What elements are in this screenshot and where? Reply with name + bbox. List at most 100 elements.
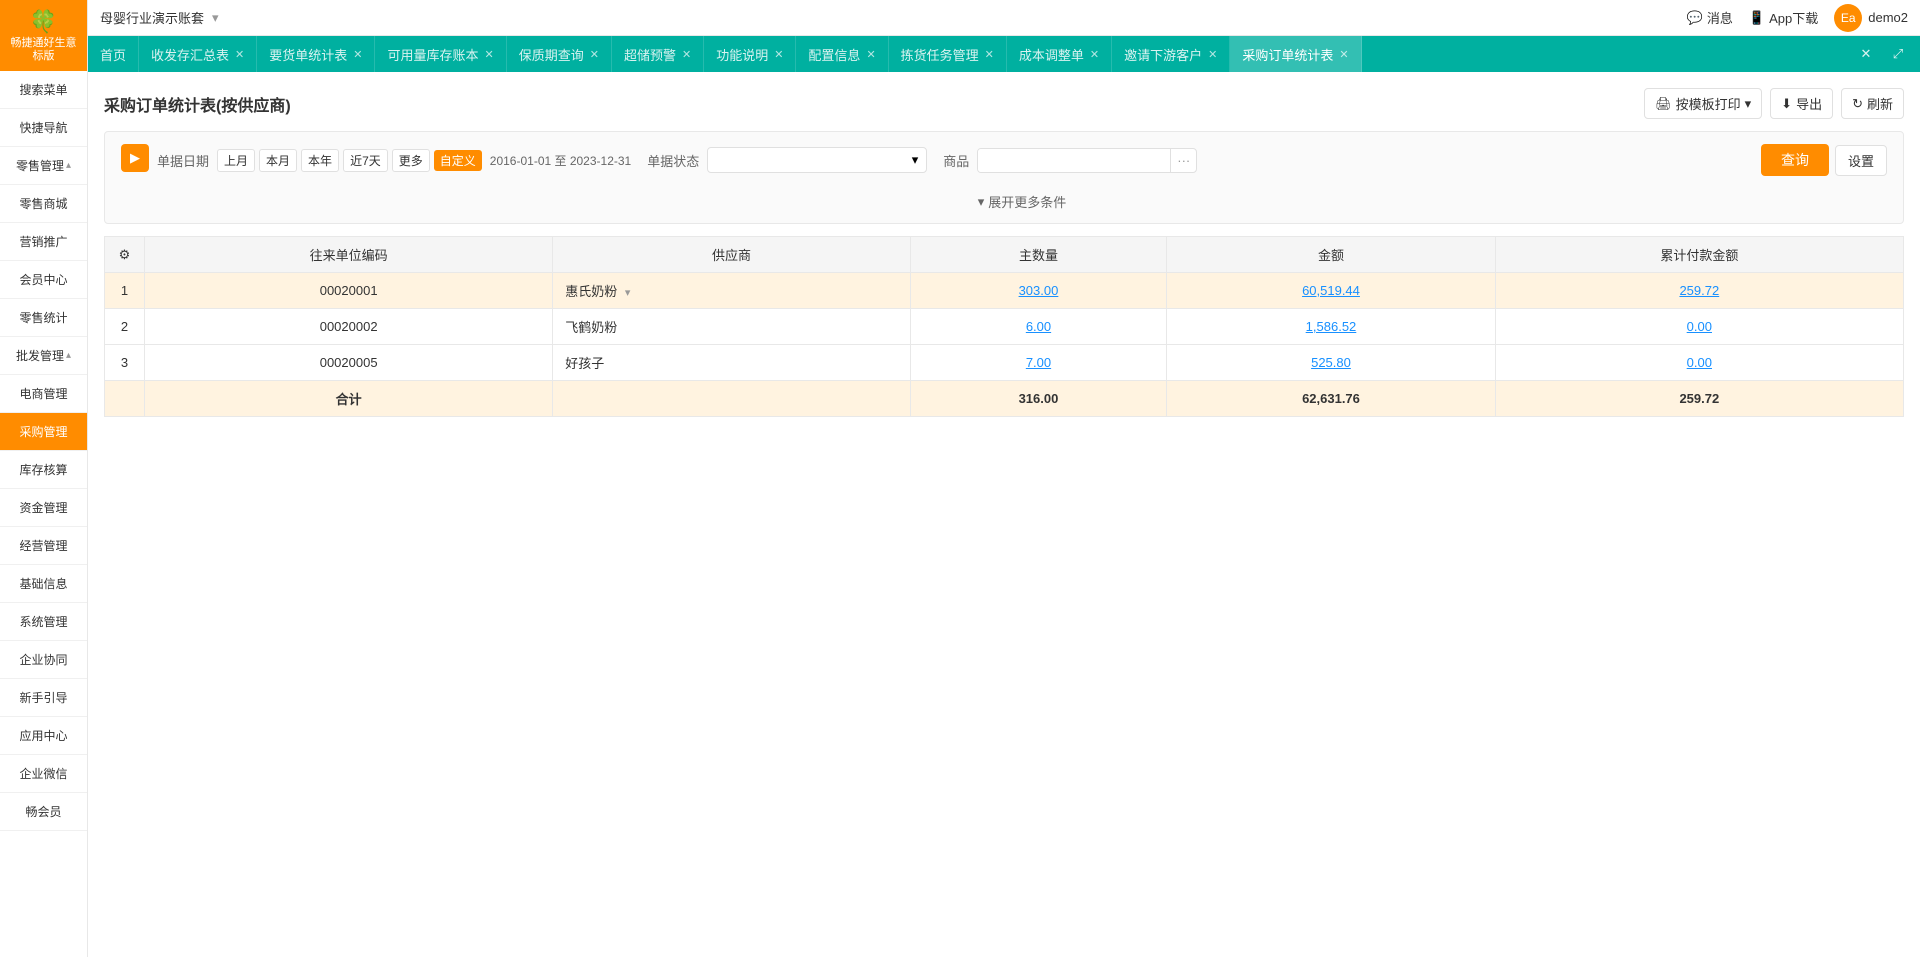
nav-tab-1[interactable]: 收发存汇总表✕ <box>139 36 257 72</box>
sidebar-item-7[interactable]: 批发管理▴ <box>0 337 87 375</box>
tab-close-icon[interactable]: ✕ <box>485 48 494 61</box>
tab-close-icon[interactable]: ✕ <box>866 48 875 61</box>
this-year-btn[interactable]: 本年 <box>301 149 339 172</box>
sidebar-item-9[interactable]: 采购管理 <box>0 413 87 451</box>
sidebar-item-19[interactable]: 畅会员 <box>0 793 87 831</box>
main-area: 母婴行业演示账套 ▾ 💬 消息 📱 App下载 Ea demo2 首页收发存汇总… <box>88 0 1920 957</box>
sidebar-item-13[interactable]: 基础信息 <box>0 565 87 603</box>
last-month-btn[interactable]: 上月 <box>217 149 255 172</box>
tab-close-icon[interactable]: ✕ <box>1339 48 1348 61</box>
status-select-arrow: ▾ <box>912 152 919 168</box>
sidebar-item-17[interactable]: 应用中心 <box>0 717 87 755</box>
goods-input-dots[interactable]: ··· <box>1170 149 1196 172</box>
gear-icon[interactable]: ⚙ <box>119 247 131 262</box>
nav-tab-10[interactable]: 邀请下游客户✕ <box>1112 36 1230 72</box>
topbar: 母婴行业演示账套 ▾ 💬 消息 📱 App下载 Ea demo2 <box>88 0 1920 36</box>
sidebar-item-3[interactable]: 零售商城 <box>0 185 87 223</box>
nav-tab-8[interactable]: 拣货任务管理✕ <box>889 36 1007 72</box>
close-tab-btn[interactable]: ✕ <box>1852 40 1880 68</box>
tab-close-icon[interactable]: ✕ <box>235 48 244 61</box>
row-amount[interactable]: 1,586.52 <box>1167 309 1495 345</box>
nav-tab-3[interactable]: 可用量库存账本✕ <box>375 36 506 72</box>
logo: 🍀 畅捷通好生意 标版 <box>0 0 87 71</box>
sidebar-label: 企业微信 <box>19 767 67 781</box>
status-select[interactable]: ▾ <box>707 147 927 173</box>
sidebar-item-18[interactable]: 企业微信 <box>0 755 87 793</box>
export-btn[interactable]: ⬇ 导出 <box>1770 88 1833 119</box>
query-btn[interactable]: 查询 <box>1761 144 1829 176</box>
collapse-filter-btn[interactable]: ▶ <box>121 144 149 172</box>
sidebar-item-5[interactable]: 会员中心 <box>0 261 87 299</box>
table-row[interactable]: 1 00020001 惠氏奶粉 ▾ 303.00 60,519.44 259.7… <box>105 273 1904 309</box>
table-row[interactable]: 3 00020005 好孩子 7.00 525.80 0.00 <box>105 345 1904 381</box>
nav-tab-2[interactable]: 要货单统计表✕ <box>257 36 375 72</box>
row-paid[interactable]: 259.72 <box>1495 273 1903 309</box>
table-row[interactable]: 2 00020002 飞鹤奶粉 6.00 1,586.52 0.00 <box>105 309 1904 345</box>
date-range-display: 2016-01-01 至 2023-12-31 <box>490 152 631 169</box>
app-download-btn[interactable]: 📱 App下载 <box>1749 8 1818 27</box>
tab-close-icon[interactable]: ✕ <box>985 48 994 61</box>
sidebar-item-16[interactable]: 新手引导 <box>0 679 87 717</box>
row-qty[interactable]: 6.00 <box>910 309 1167 345</box>
nav-tab-5[interactable]: 超储预警✕ <box>612 36 704 72</box>
row-no: 3 <box>105 345 145 381</box>
row-qty[interactable]: 7.00 <box>910 345 1167 381</box>
date-label: 单据日期 <box>157 151 209 170</box>
row-paid[interactable]: 0.00 <box>1495 309 1903 345</box>
nav-tab-11[interactable]: 采购订单统计表✕ <box>1230 36 1361 72</box>
more-dates-btn[interactable]: 更多 <box>392 149 430 172</box>
tab-close-icon[interactable]: ✕ <box>1090 48 1099 61</box>
sidebar-item-15[interactable]: 企业协同 <box>0 641 87 679</box>
row-qty[interactable]: 303.00 <box>910 273 1167 309</box>
row-amount[interactable]: 60,519.44 <box>1167 273 1495 309</box>
sidebar-label: 资金管理 <box>19 501 67 515</box>
nav-tab-7[interactable]: 配置信息✕ <box>796 36 888 72</box>
expand-more-btn[interactable]: ▾ 展开更多条件 <box>157 192 1887 211</box>
template-print-btn[interactable]: 🖨 按模板打印 ▾ <box>1644 88 1762 119</box>
sidebar-item-2[interactable]: 零售管理▴ <box>0 147 87 185</box>
tab-close-icon[interactable]: ✕ <box>682 48 691 61</box>
nav-tab-6[interactable]: 功能说明✕ <box>704 36 796 72</box>
nav-tab-9[interactable]: 成本调整单✕ <box>1007 36 1112 72</box>
sidebar-item-12[interactable]: 经营管理 <box>0 527 87 565</box>
sidebar-item-6[interactable]: 零售统计 <box>0 299 87 337</box>
topbar-workspace[interactable]: 母婴行业演示账套 ▾ <box>100 8 219 27</box>
sidebar-item-10[interactable]: 库存核算 <box>0 451 87 489</box>
goods-input[interactable] <box>978 149 1170 172</box>
sidebar: 🍀 畅捷通好生意 标版 搜索菜单快捷导航零售管理▴零售商城营销推广会员中心零售统… <box>0 0 88 957</box>
sidebar-item-11[interactable]: 资金管理 <box>0 489 87 527</box>
footer-qty: 316.00 <box>910 381 1167 417</box>
filter-row-1: 单据日期 上月 本月 本年 近7天 更多 自定义 2016-01-01 至 20… <box>157 144 1887 176</box>
footer-empty1 <box>105 381 145 417</box>
user-menu[interactable]: Ea demo2 <box>1834 4 1908 32</box>
workspace-label: 母婴行业演示账套 <box>100 8 204 27</box>
sidebar-item-0[interactable]: 搜索菜单 <box>0 71 87 109</box>
settings-btn[interactable]: 设置 <box>1835 145 1887 176</box>
sidebar-label: 零售统计 <box>19 311 67 325</box>
tab-close-icon[interactable]: ✕ <box>353 48 362 61</box>
this-month-btn[interactable]: 本月 <box>259 149 297 172</box>
expand-tab-btn[interactable]: ⤢ <box>1884 40 1912 68</box>
nav-tab-0[interactable]: 首页 <box>88 36 139 72</box>
sidebar-item-14[interactable]: 系统管理 <box>0 603 87 641</box>
nav-tab-4[interactable]: 保质期查询✕ <box>507 36 612 72</box>
refresh-icon: ↻ <box>1852 96 1863 112</box>
sidebar-item-1[interactable]: 快捷导航 <box>0 109 87 147</box>
tab-close-icon[interactable]: ✕ <box>774 48 783 61</box>
sidebar-item-8[interactable]: 电商管理 <box>0 375 87 413</box>
sidebar-item-4[interactable]: 营销推广 <box>0 223 87 261</box>
row-paid[interactable]: 0.00 <box>1495 345 1903 381</box>
workspace-dropdown-icon[interactable]: ▾ <box>212 10 219 26</box>
last-7-days-btn[interactable]: 近7天 <box>343 149 388 172</box>
row-amount[interactable]: 525.80 <box>1167 345 1495 381</box>
avatar: Ea <box>1834 4 1862 32</box>
printer-icon: 🖨 <box>1655 96 1672 112</box>
tab-close-icon[interactable]: ✕ <box>1208 48 1217 61</box>
page-actions: 🖨 按模板打印 ▾ ⬇ 导出 ↻ 刷新 <box>1644 88 1904 119</box>
tabs-right-actions: ✕ ⤢ <box>1852 40 1920 68</box>
message-btn[interactable]: 💬 消息 <box>1687 8 1733 27</box>
tabs-container: 首页收发存汇总表✕要货单统计表✕可用量库存账本✕保质期查询✕超储预警✕功能说明✕… <box>88 36 1852 72</box>
tab-close-icon[interactable]: ✕ <box>590 48 599 61</box>
refresh-btn[interactable]: ↻ 刷新 <box>1841 88 1904 119</box>
query-actions: 查询 设置 <box>1761 144 1887 176</box>
